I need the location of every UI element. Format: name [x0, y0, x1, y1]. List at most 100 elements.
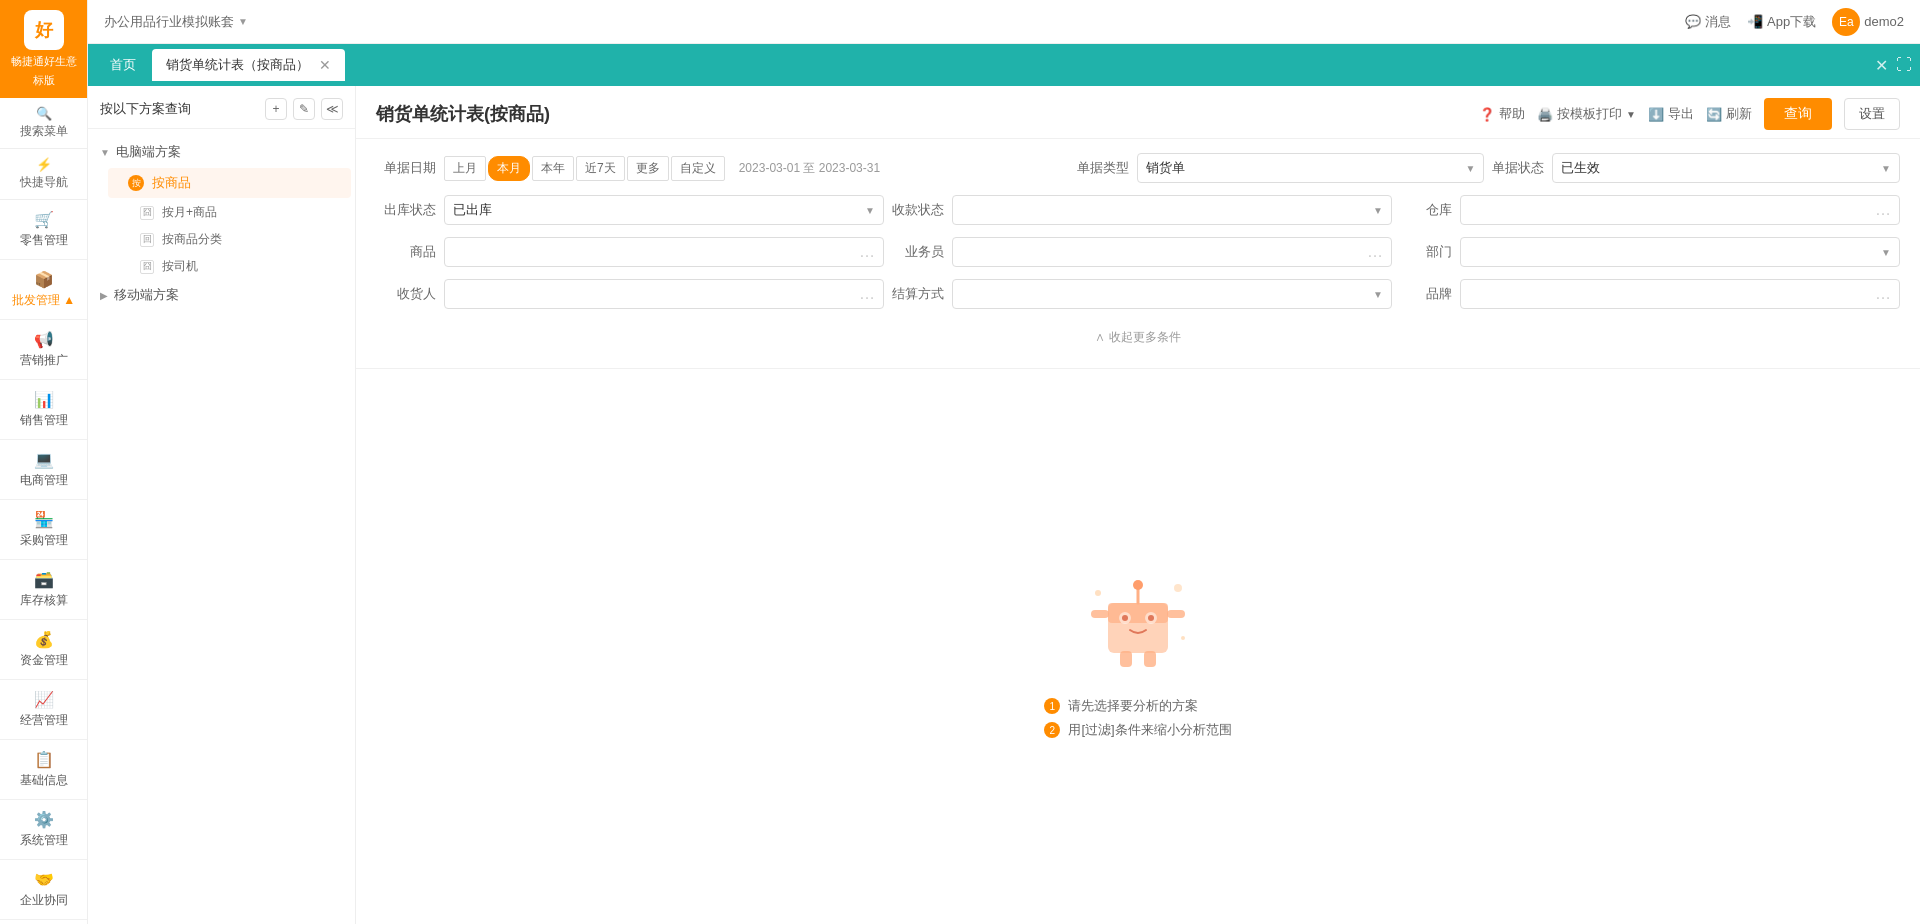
sales-label: 销售管理 [20, 412, 68, 429]
sidebar-item-retail[interactable]: 🛒 零售管理 [0, 200, 87, 260]
scheme-subitem-by-cashier[interactable]: 囧 按司机 [104, 253, 355, 280]
brand-input[interactable]: … [1460, 279, 1900, 309]
logo-subtitle: 标版 [33, 73, 55, 88]
mobile-scheme-group[interactable]: ▶ 移动端方案 [88, 280, 355, 310]
subitem-cashier-icon: 囧 [140, 260, 154, 274]
scheme-subitem-by-category[interactable]: 回 按商品分类 [104, 226, 355, 253]
home-tab-label: 首页 [110, 56, 136, 74]
svg-rect-6 [1091, 610, 1109, 618]
sidebar-item-marketing[interactable]: 📢 营销推广 [0, 320, 87, 380]
page-header: 销货单统计表(按商品) ❓ 帮助 🖨️ 按模板打印 ▼ ⬇️ 导出 [356, 86, 1920, 139]
desktop-scheme-items: 按 按商品 囧 按月+商品 回 按商品分类 囧 [88, 168, 355, 280]
tab-close-window-btn[interactable]: ✕ [1875, 56, 1888, 75]
tab-maximize-btn[interactable]: ⛶ [1896, 56, 1912, 74]
settings-button[interactable]: 设置 [1844, 98, 1900, 130]
scheme-subitem-cashier-label: 按司机 [162, 258, 198, 275]
tab-close-btn[interactable]: ✕ [319, 57, 331, 73]
export-btn[interactable]: ⬇️ 导出 [1648, 105, 1694, 123]
quicknav-icon: ⚡ [36, 157, 52, 172]
edit-scheme-btn[interactable]: ✎ [293, 98, 315, 120]
app-logo[interactable]: 好 畅捷通好生意 标版 [0, 0, 88, 98]
system-icon: ⚙️ [34, 810, 54, 829]
salesperson-input[interactable]: … [952, 237, 1392, 267]
out-status-input[interactable]: 已出库 ▼ [444, 195, 884, 225]
export-icon: ⬇️ [1648, 107, 1664, 122]
date-tab-this-year[interactable]: 本年 [532, 156, 574, 181]
industry-selector[interactable]: 办公用品行业模拟账套 ▼ [104, 13, 248, 31]
filter-panel-header: 按以下方案查询 + ✎ ≪ [88, 86, 355, 129]
sidebar-item-enterprise[interactable]: 🤝 企业协同 [0, 860, 87, 920]
add-scheme-btn[interactable]: + [265, 98, 287, 120]
svg-rect-9 [1144, 651, 1156, 667]
content-area: 按以下方案查询 + ✎ ≪ ▼ 电脑端方案 [88, 86, 1920, 924]
consignee-input[interactable]: … [444, 279, 884, 309]
doc-status-input[interactable]: 已生效 ▼ [1552, 153, 1900, 183]
receipt-status-field: 收款状态 ▼ [884, 195, 1392, 225]
scheme-item-by-product[interactable]: 按 按商品 [108, 168, 351, 198]
sidebar-item-finance[interactable]: 💰 资金管理 [0, 620, 87, 680]
search-menu[interactable]: 🔍 搜索菜单 [0, 98, 87, 149]
empty-state: 1 请先选择要分析的方案 2 用[过滤]条件来缩小分析范围 [356, 369, 1920, 924]
message-btn[interactable]: 💬 消息 [1685, 13, 1731, 31]
sidebar-item-basic[interactable]: 📋 基础信息 [0, 740, 87, 800]
export-label: 导出 [1668, 105, 1694, 123]
operation-label: 经营管理 [20, 712, 68, 729]
product-input[interactable]: … [444, 237, 884, 267]
scheme-subitem-by-month-product[interactable]: 囧 按月+商品 [104, 199, 355, 226]
warehouse-input[interactable]: … [1460, 195, 1900, 225]
consignee-field: 收货人 … [376, 279, 884, 309]
doc-type-arrow: ▼ [1465, 163, 1475, 174]
date-tab-more[interactable]: 更多 [627, 156, 669, 181]
refresh-btn[interactable]: 🔄 刷新 [1706, 105, 1752, 123]
svg-rect-7 [1167, 610, 1185, 618]
svg-point-14 [1181, 636, 1185, 640]
collapse-panel-btn[interactable]: ≪ [321, 98, 343, 120]
tab-home[interactable]: 首页 [96, 49, 150, 81]
receipt-status-input[interactable]: ▼ [952, 195, 1392, 225]
date-tab-custom[interactable]: 自定义 [671, 156, 725, 181]
query-button[interactable]: 查询 [1764, 98, 1832, 130]
filter-row-1: 单据日期 上月 本月 本年 近7天 更多 自定义 2023-03-01 至 20… [376, 153, 1900, 183]
wholesale-label: 批发管理 ▲ [12, 292, 75, 309]
tab-sales-stat[interactable]: 销货单统计表（按商品） ✕ [152, 49, 345, 81]
doc-type-input[interactable]: 销货单 ▼ [1137, 153, 1485, 183]
help-icon: ❓ [1479, 107, 1495, 122]
topbar-right: 💬 消息 📲 App下载 Ea demo2 [1685, 8, 1904, 36]
sidebar-item-operation[interactable]: 📈 经营管理 [0, 680, 87, 740]
sidebar-item-system[interactable]: ⚙️ 系统管理 [0, 800, 87, 860]
print-btn[interactable]: 🖨️ 按模板打印 ▼ [1537, 105, 1636, 123]
sidebar-item-wholesale[interactable]: 📦 批发管理 ▲ [0, 260, 87, 320]
collapse-btn[interactable]: ∧ 收起更多条件 [1095, 329, 1180, 346]
collapse-row: ∧ 收起更多条件 [376, 321, 1900, 354]
sidebar-item-ecommerce[interactable]: 💻 电商管理 [0, 440, 87, 500]
desktop-scheme-header[interactable]: ▼ 电脑端方案 [88, 137, 355, 167]
purchase-label: 采购管理 [20, 532, 68, 549]
svg-point-5 [1148, 615, 1154, 621]
quick-nav-label: 快捷导航 [20, 174, 68, 191]
department-input[interactable]: ▼ [1460, 237, 1900, 267]
main-area: 销货单统计表(按商品) ❓ 帮助 🖨️ 按模板打印 ▼ ⬇️ 导出 [356, 86, 1920, 924]
receipt-status-label: 收款状态 [884, 201, 952, 219]
filter-row-3: 商品 … 业务员 … 部门 [376, 237, 1900, 267]
brand-label: 品牌 [1392, 285, 1460, 303]
svg-point-13 [1174, 584, 1182, 592]
filter-row-4: 收货人 … 结算方式 ▼ 品牌 [376, 279, 1900, 309]
app-download-label: App下载 [1767, 13, 1816, 31]
sidebar-item-inventory[interactable]: 🗃️ 库存核算 [0, 560, 87, 620]
sidebar-item-newguide[interactable]: 🧭 新手引导 [0, 920, 87, 924]
sidebar-item-purchase[interactable]: 🏪 采购管理 [0, 500, 87, 560]
user-profile[interactable]: Ea demo2 [1832, 8, 1904, 36]
settlement-input[interactable]: ▼ [952, 279, 1392, 309]
app-download-btn[interactable]: 📲 App下载 [1747, 13, 1816, 31]
sales-stat-tab-label: 销货单统计表（按商品） [166, 56, 309, 74]
scheme-subitem-category-label: 按商品分类 [162, 231, 222, 248]
date-tab-this-month[interactable]: 本月 [488, 156, 530, 181]
basic-label: 基础信息 [20, 772, 68, 789]
sidebar-item-sales[interactable]: 📊 销售管理 [0, 380, 87, 440]
refresh-label: 刷新 [1726, 105, 1752, 123]
help-btn[interactable]: ❓ 帮助 [1479, 105, 1525, 123]
quick-nav[interactable]: ⚡ 快捷导航 [0, 149, 87, 200]
date-tab-last-month[interactable]: 上月 [444, 156, 486, 181]
date-tab-7days[interactable]: 近7天 [576, 156, 625, 181]
purchase-icon: 🏪 [34, 510, 54, 529]
